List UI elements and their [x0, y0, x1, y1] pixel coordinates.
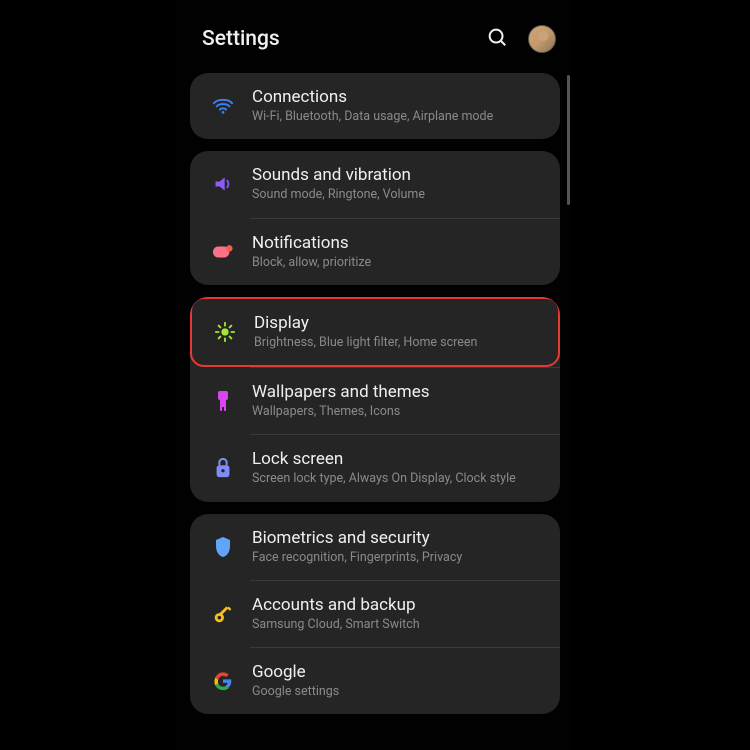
settings-item-lockscreen[interactable]: Lock screen Screen lock type, Always On …: [190, 435, 560, 501]
shield-icon: [204, 528, 242, 566]
item-text: Wallpapers and themes Wallpapers, Themes…: [252, 382, 544, 420]
settings-item-sounds[interactable]: Sounds and vibration Sound mode, Rington…: [190, 151, 560, 217]
item-subtitle: Wallpapers, Themes, Icons: [252, 404, 544, 420]
item-title: Google: [252, 662, 544, 682]
item-subtitle: Face recognition, Fingerprints, Privacy: [252, 550, 544, 566]
item-title: Display: [254, 313, 542, 333]
item-title: Notifications: [252, 233, 544, 253]
item-text: Notifications Block, allow, prioritize: [252, 233, 544, 271]
settings-item-accounts[interactable]: Accounts and backup Samsung Cloud, Smart…: [190, 581, 560, 647]
settings-group: Connections Wi-Fi, Bluetooth, Data usage…: [190, 73, 560, 139]
item-text: Accounts and backup Samsung Cloud, Smart…: [252, 595, 544, 633]
item-subtitle: Google settings: [252, 684, 544, 700]
wifi-icon: [204, 87, 242, 125]
settings-group: Display Brightness, Blue light filter, H…: [190, 297, 560, 502]
settings-screen: Settings: [178, 0, 572, 750]
header: Settings: [190, 0, 560, 73]
settings-item-connections[interactable]: Connections Wi-Fi, Bluetooth, Data usage…: [190, 73, 560, 139]
settings-item-biometrics[interactable]: Biometrics and security Face recognition…: [190, 514, 560, 580]
profile-avatar[interactable]: [528, 25, 556, 53]
item-subtitle: Screen lock type, Always On Display, Clo…: [252, 471, 544, 487]
item-subtitle: Samsung Cloud, Smart Switch: [252, 617, 544, 633]
settings-item-display[interactable]: Display Brightness, Blue light filter, H…: [190, 297, 560, 367]
item-subtitle: Block, allow, prioritize: [252, 255, 544, 271]
settings-item-notifications[interactable]: Notifications Block, allow, prioritize: [190, 219, 560, 285]
item-title: Connections: [252, 87, 544, 107]
brush-icon: [204, 382, 242, 420]
item-subtitle: Sound mode, Ringtone, Volume: [252, 187, 544, 203]
settings-item-google[interactable]: Google Google settings: [190, 648, 560, 714]
item-title: Accounts and backup: [252, 595, 544, 615]
item-text: Sounds and vibration Sound mode, Rington…: [252, 165, 544, 203]
item-text: Lock screen Screen lock type, Always On …: [252, 449, 544, 487]
item-subtitle: Wi-Fi, Bluetooth, Data usage, Airplane m…: [252, 109, 544, 125]
brightness-icon: [206, 313, 244, 351]
settings-group: Biometrics and security Face recognition…: [190, 514, 560, 715]
item-subtitle: Brightness, Blue light filter, Home scre…: [254, 335, 542, 351]
item-title: Wallpapers and themes: [252, 382, 544, 402]
search-button[interactable]: [482, 22, 512, 55]
item-title: Lock screen: [252, 449, 544, 469]
item-text: Display Brightness, Blue light filter, H…: [254, 313, 542, 351]
key-icon: [204, 595, 242, 633]
scrollbar[interactable]: [567, 75, 570, 205]
settings-group: Sounds and vibration Sound mode, Rington…: [190, 151, 560, 285]
item-title: Sounds and vibration: [252, 165, 544, 185]
item-text: Biometrics and security Face recognition…: [252, 528, 544, 566]
lock-icon: [204, 449, 242, 487]
header-actions: [482, 22, 556, 55]
item-title: Biometrics and security: [252, 528, 544, 548]
speaker-icon: [204, 165, 242, 203]
item-text: Google Google settings: [252, 662, 544, 700]
item-text: Connections Wi-Fi, Bluetooth, Data usage…: [252, 87, 544, 125]
settings-item-wallpapers[interactable]: Wallpapers and themes Wallpapers, Themes…: [190, 368, 560, 434]
search-icon: [486, 36, 508, 51]
notification-icon: [204, 233, 242, 271]
page-title: Settings: [202, 27, 280, 51]
google-icon: [204, 662, 242, 700]
